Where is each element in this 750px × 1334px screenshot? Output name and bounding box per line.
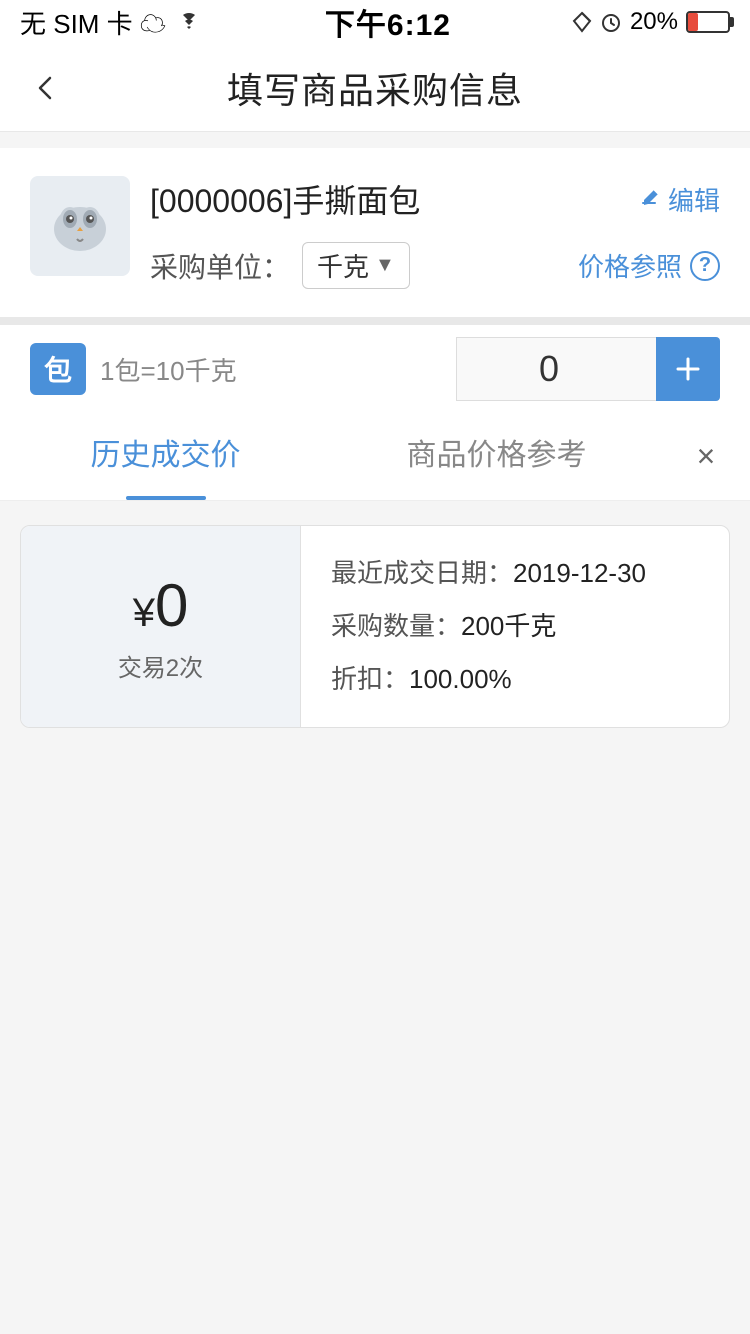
product-logo-icon	[45, 191, 115, 261]
trade-count: 交易2次	[118, 648, 203, 683]
sim-label: 无 SIM 卡 ☁	[20, 4, 166, 41]
back-button[interactable]	[24, 66, 68, 110]
purchase-qty-row: 采购数量：200千克	[331, 607, 699, 646]
battery-icon	[686, 11, 730, 33]
price-detail-right: 最近成交日期：2019-12-30 采购数量：200千克 折扣：100.00%	[301, 526, 729, 727]
quantity-input-group	[456, 337, 720, 401]
main-content: ¥0 交易2次 最近成交日期：2019-12-30 采购数量：200千克 折扣：…	[0, 501, 750, 1201]
purchase-qty-label: 采购数量：	[331, 611, 461, 641]
section-divider	[0, 317, 750, 325]
unit-select[interactable]: 千克 ▼	[302, 242, 410, 289]
quantity-input[interactable]	[456, 337, 656, 401]
price-amount: ¥0	[133, 571, 189, 640]
tabs-bar: 历史成交价 商品价格参考 ×	[0, 413, 750, 501]
discount-row: 折扣：100.00%	[331, 660, 699, 699]
product-thumbnail	[30, 176, 130, 276]
help-icon: ?	[690, 251, 720, 281]
price-reference-button[interactable]: 价格参照 ?	[578, 247, 720, 284]
edit-icon	[640, 188, 662, 210]
discount-label: 折扣：	[331, 664, 409, 694]
plus-icon	[672, 353, 704, 385]
edit-button[interactable]: 编辑	[640, 181, 720, 218]
product-name: [0000006]手撕面包	[150, 176, 420, 222]
unit-box: 包	[30, 343, 86, 395]
product-info: [0000006]手撕面包 编辑 采购单位： 千克 ▼ 价格参照	[150, 176, 720, 289]
battery-percent: 20%	[630, 8, 678, 36]
product-card: [0000006]手撕面包 编辑 采购单位： 千克 ▼ 价格参照	[0, 148, 750, 317]
unit-description: 1包=10千克	[100, 351, 237, 388]
close-button[interactable]: ×	[662, 412, 750, 500]
tab-active-indicator	[126, 496, 206, 500]
location-icon	[572, 11, 592, 33]
unit-info: 包 1包=10千克	[30, 343, 237, 395]
status-right: 20%	[572, 8, 730, 36]
page-title: 填写商品采购信息	[227, 62, 523, 114]
chevron-down-icon: ▼	[375, 254, 395, 277]
tab-product-price-ref[interactable]: 商品价格参考	[331, 412, 662, 500]
discount-value: 100.00%	[409, 664, 512, 694]
nav-bar: 填写商品采购信息	[0, 44, 750, 132]
recent-date-label: 最近成交日期：	[331, 558, 513, 588]
price-card-container: ¥0 交易2次 最近成交日期：2019-12-30 采购数量：200千克 折扣：…	[0, 501, 750, 752]
price-card: ¥0 交易2次 最近成交日期：2019-12-30 采购数量：200千克 折扣：…	[20, 525, 730, 728]
status-time: 下午6:12	[325, 0, 451, 44]
recent-date-value: 2019-12-30	[513, 558, 646, 588]
quantity-plus-button[interactable]	[656, 337, 720, 401]
status-bar: 无 SIM 卡 ☁ 下午6:12 20%	[0, 0, 750, 44]
currency-symbol: ¥	[133, 591, 155, 635]
wifi-icon	[174, 11, 204, 33]
battery-fill	[688, 13, 698, 31]
recent-date-row: 最近成交日期：2019-12-30	[331, 554, 699, 593]
purchase-qty-value: 200千克	[461, 611, 556, 641]
quantity-row: 包 1包=10千克	[0, 325, 750, 413]
alarm-icon	[600, 11, 622, 33]
status-left: 无 SIM 卡 ☁	[20, 4, 204, 41]
unit-label: 采购单位：	[150, 246, 290, 286]
price-summary-left: ¥0 交易2次	[21, 526, 301, 727]
unit-value: 千克	[317, 247, 369, 284]
tab-history-price[interactable]: 历史成交价	[0, 412, 331, 500]
